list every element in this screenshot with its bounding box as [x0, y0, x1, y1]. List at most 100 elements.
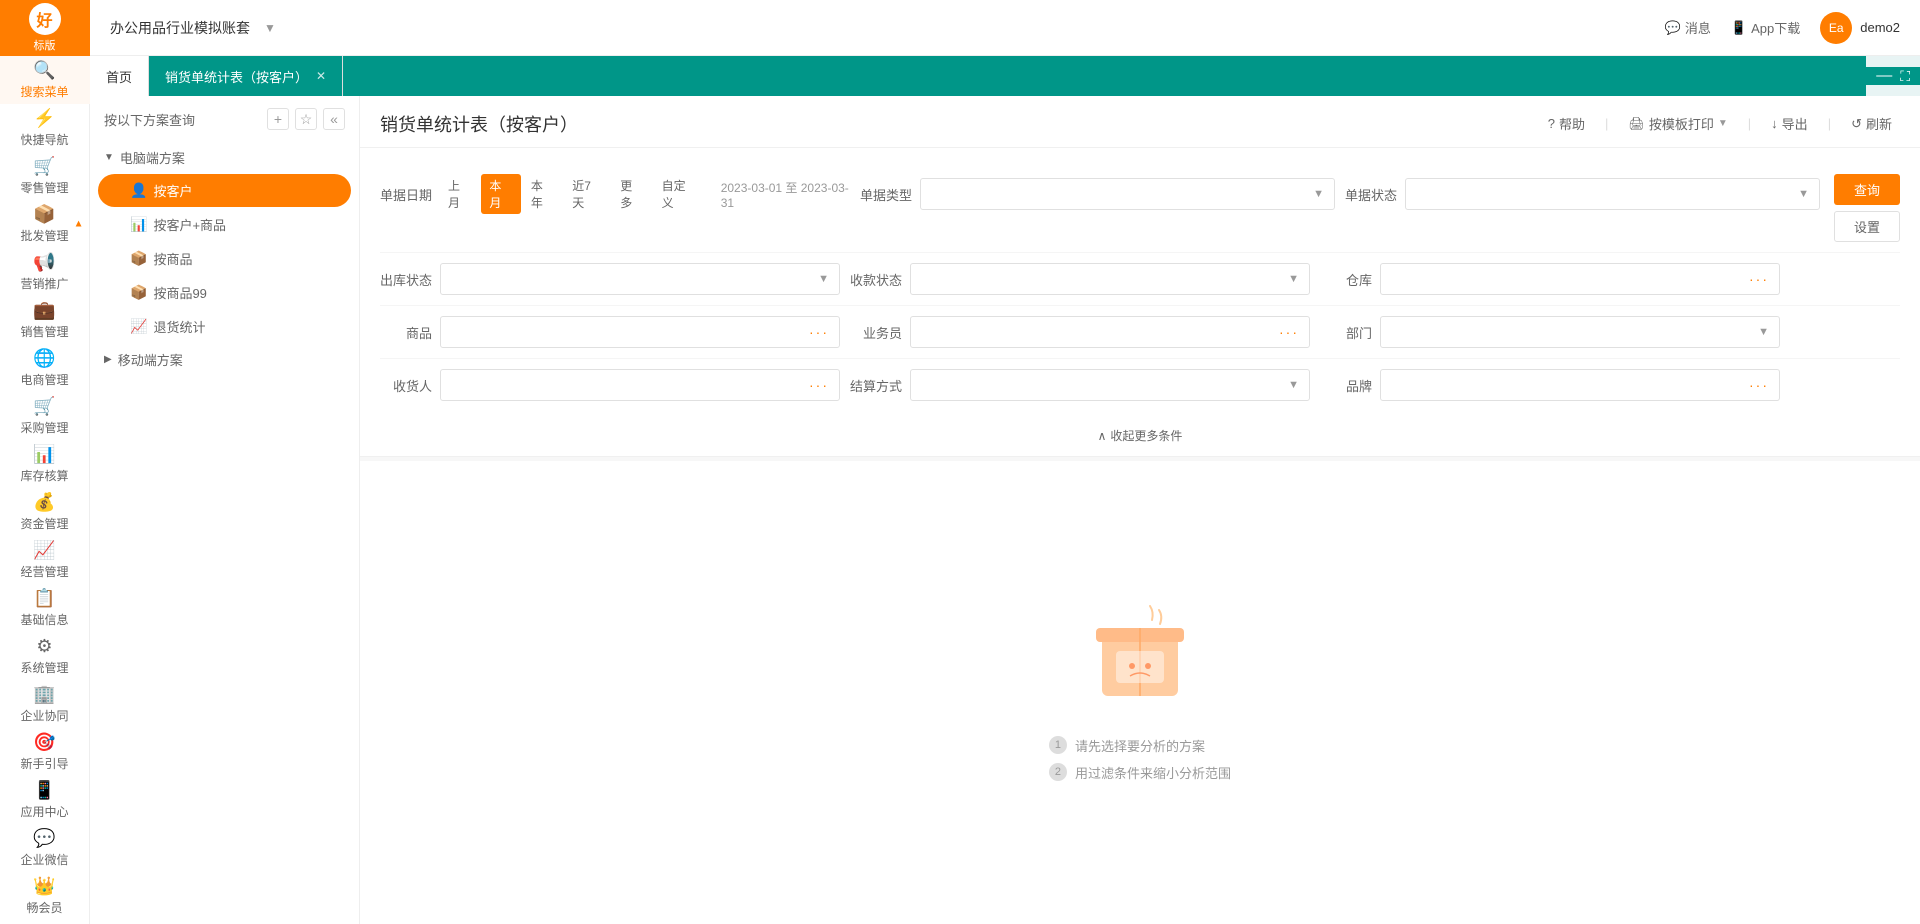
date-tab-this-month[interactable]: 本月	[481, 174, 520, 214]
date-tab-last-month[interactable]: 上月	[440, 174, 479, 214]
tab-close-icon[interactable]: ✕	[316, 69, 326, 83]
out-status-select[interactable]: ▼	[440, 263, 840, 295]
doc-type-select[interactable]: ▼	[920, 178, 1335, 210]
receive-status-label: 收款状态	[850, 270, 910, 289]
message-btn[interactable]: 💬 消息	[1665, 18, 1711, 37]
collapse-panel-btn[interactable]: «	[323, 108, 345, 130]
tab-sales-stat[interactable]: 销货单统计表（按客户） ✕	[149, 56, 343, 96]
sidebar-item-wechat[interactable]: 💬 企业微信	[0, 824, 90, 872]
scheme-tree: ▼ 电脑端方案 👤 按客户 📊 按客户+商品 📦 按商品 📦 按商品	[90, 138, 359, 379]
sidebar-item-label: 新手引导	[20, 755, 68, 772]
minimize-icon[interactable]: —	[1876, 67, 1892, 85]
receive-status-select[interactable]: ▼	[910, 263, 1310, 295]
settlement-label: 结算方式	[850, 376, 910, 395]
receive-status-filter: 收款状态 ▼	[850, 263, 1310, 295]
tree-child-by-goods99[interactable]: 📦 按商品99	[98, 276, 351, 309]
sidebar-item-operation[interactable]: 📈 经营管理	[0, 536, 90, 584]
app-download-btn[interactable]: 📱 App下载	[1731, 18, 1800, 37]
brand-filter: 品牌 ···	[1320, 369, 1780, 401]
sidebar-item-search[interactable]: 🔍 搜索菜单	[0, 56, 90, 104]
sidebar-item-ecommerce[interactable]: 🌐 电商管理	[0, 344, 90, 392]
breadcrumb-dropdown-icon[interactable]: ▼	[264, 21, 276, 35]
right-content: 销货单统计表（按客户） ? 帮助 | 🖨 按模板打印 ▼ | ↓	[360, 96, 1920, 924]
tree-parent-label: 电脑端方案	[120, 148, 185, 167]
tree-child-by-goods[interactable]: 📦 按商品	[98, 242, 351, 275]
receive-status-arrow: ▼	[1288, 273, 1299, 285]
header-left: 办公用品行业模拟账套 ▼	[110, 18, 276, 38]
tree-parent-desktop[interactable]: ▼ 电脑端方案	[90, 142, 359, 173]
filter-row-2: 出库状态 ▼ 收款状态 ▼	[380, 253, 1900, 306]
collapse-label: 收起更多条件	[1110, 427, 1182, 444]
tab-bar: 首页 销货单统计表（按客户） ✕ — ⛶	[90, 56, 1920, 96]
marketing-icon: 📢	[33, 252, 55, 273]
tab-bar-fill	[343, 56, 1866, 96]
sidebar-item-marketing[interactable]: 📢 营销推广	[0, 248, 90, 296]
tree-child-label: 按客户+商品	[153, 215, 226, 234]
maximize-icon[interactable]: ⛶	[1900, 68, 1910, 85]
empty-svg	[1080, 596, 1200, 716]
tab-home[interactable]: 首页	[90, 56, 149, 96]
user-area[interactable]: Ea demo2	[1820, 12, 1900, 44]
tree-child-return-stat[interactable]: 📈 退货统计	[98, 310, 351, 343]
salesperson-select[interactable]: ···	[910, 316, 1310, 348]
divider3: |	[1828, 116, 1831, 131]
tree-parent-mobile[interactable]: ▶ 移动端方案	[90, 344, 359, 375]
sidebar-item-label: 营销推广	[20, 275, 68, 292]
export-btn[interactable]: ↓ 导出	[1763, 110, 1816, 137]
sidebar-item-quick-nav[interactable]: ⚡ 快捷导航	[0, 104, 90, 152]
brand-select[interactable]: ···	[1380, 369, 1780, 401]
sidebar-item-label: 经营管理	[20, 563, 68, 580]
sidebar-item-app-center[interactable]: 📱 应用中心	[0, 776, 90, 824]
sidebar-item-inventory[interactable]: 📊 库存核算	[0, 440, 90, 488]
warehouse-select[interactable]: ···	[1380, 263, 1780, 295]
help-label: 帮助	[1559, 114, 1585, 133]
message-label: 消息	[1685, 18, 1711, 37]
brand-label: 品牌	[1320, 376, 1380, 395]
sidebar-item-enterprise[interactable]: 🏢 企业协同	[0, 680, 90, 728]
department-select[interactable]: ▼	[1380, 316, 1780, 348]
favorite-scheme-btn[interactable]: ☆	[295, 108, 317, 130]
sidebar-item-newbie[interactable]: 🎯 新手引导	[0, 728, 90, 776]
sidebar-item-finance[interactable]: 💰 资金管理	[0, 488, 90, 536]
filter-section: 单据日期 上月 本月 本年 近7天 更多 自定义 2023-03-01 至 20…	[360, 148, 1920, 415]
hint-num-1: 1	[1049, 736, 1067, 754]
settlement-select[interactable]: ▼	[910, 369, 1310, 401]
empty-illustration	[1080, 596, 1200, 716]
template-print-btn[interactable]: 🖨 按模板打印 ▼	[1620, 110, 1735, 137]
sidebar-item-basic[interactable]: 📋 基础信息	[0, 584, 90, 632]
collapse-btn[interactable]: ∧ 收起更多条件	[1086, 423, 1195, 448]
date-tab-this-year[interactable]: 本年	[523, 174, 562, 214]
left-panel-header: 按以下方案查询 + ☆ «	[90, 96, 359, 138]
refresh-btn[interactable]: ↺ 刷新	[1843, 110, 1900, 137]
goods-dots: ···	[809, 324, 829, 340]
query-button[interactable]: 查询	[1834, 174, 1900, 205]
tree-child-by-customer-goods[interactable]: 📊 按客户+商品	[98, 208, 351, 241]
sidebar-item-purchase[interactable]: 🛒 采购管理	[0, 392, 90, 440]
add-scheme-btn[interactable]: +	[267, 108, 289, 130]
sidebar-item-label: 畅会员	[26, 899, 62, 916]
settings-button[interactable]: 设置	[1834, 211, 1900, 242]
date-range-text: 2023-03-01 至 2023-03-31	[721, 179, 860, 210]
tree-child-label: 退货统计	[153, 317, 205, 336]
sidebar-item-label: 电商管理	[20, 371, 68, 388]
tree-child-by-customer[interactable]: 👤 按客户	[98, 174, 351, 207]
sidebar-item-system[interactable]: ⚙ 系统管理	[0, 632, 90, 680]
sidebar-item-wholesale[interactable]: 📦 批发管理 ▲	[0, 200, 90, 248]
customer-icon: 👤	[130, 182, 147, 199]
receiver-select[interactable]: ···	[440, 369, 840, 401]
department-filter: 部门 ▼	[1320, 316, 1780, 348]
doc-status-arrow: ▼	[1798, 188, 1809, 200]
tree-child-label: 按商品	[153, 249, 192, 268]
date-tab-more[interactable]: 更多	[612, 174, 651, 214]
goods-filter: 商品 ···	[380, 316, 840, 348]
date-tab-last7[interactable]: 近7天	[564, 174, 610, 214]
sidebar-item-label: 快捷导航	[20, 131, 68, 148]
sidebar-item-membership[interactable]: 👑 畅会员	[0, 872, 90, 920]
doc-status-select[interactable]: ▼	[1405, 178, 1820, 210]
goods-select[interactable]: ···	[440, 316, 840, 348]
sidebar-item-sales[interactable]: 💼 销售管理	[0, 296, 90, 344]
brand-dots: ···	[1749, 377, 1769, 393]
date-tab-custom[interactable]: 自定义	[654, 174, 705, 214]
help-btn[interactable]: ? 帮助	[1540, 110, 1593, 137]
sidebar-item-retail[interactable]: 🛒 零售管理	[0, 152, 90, 200]
